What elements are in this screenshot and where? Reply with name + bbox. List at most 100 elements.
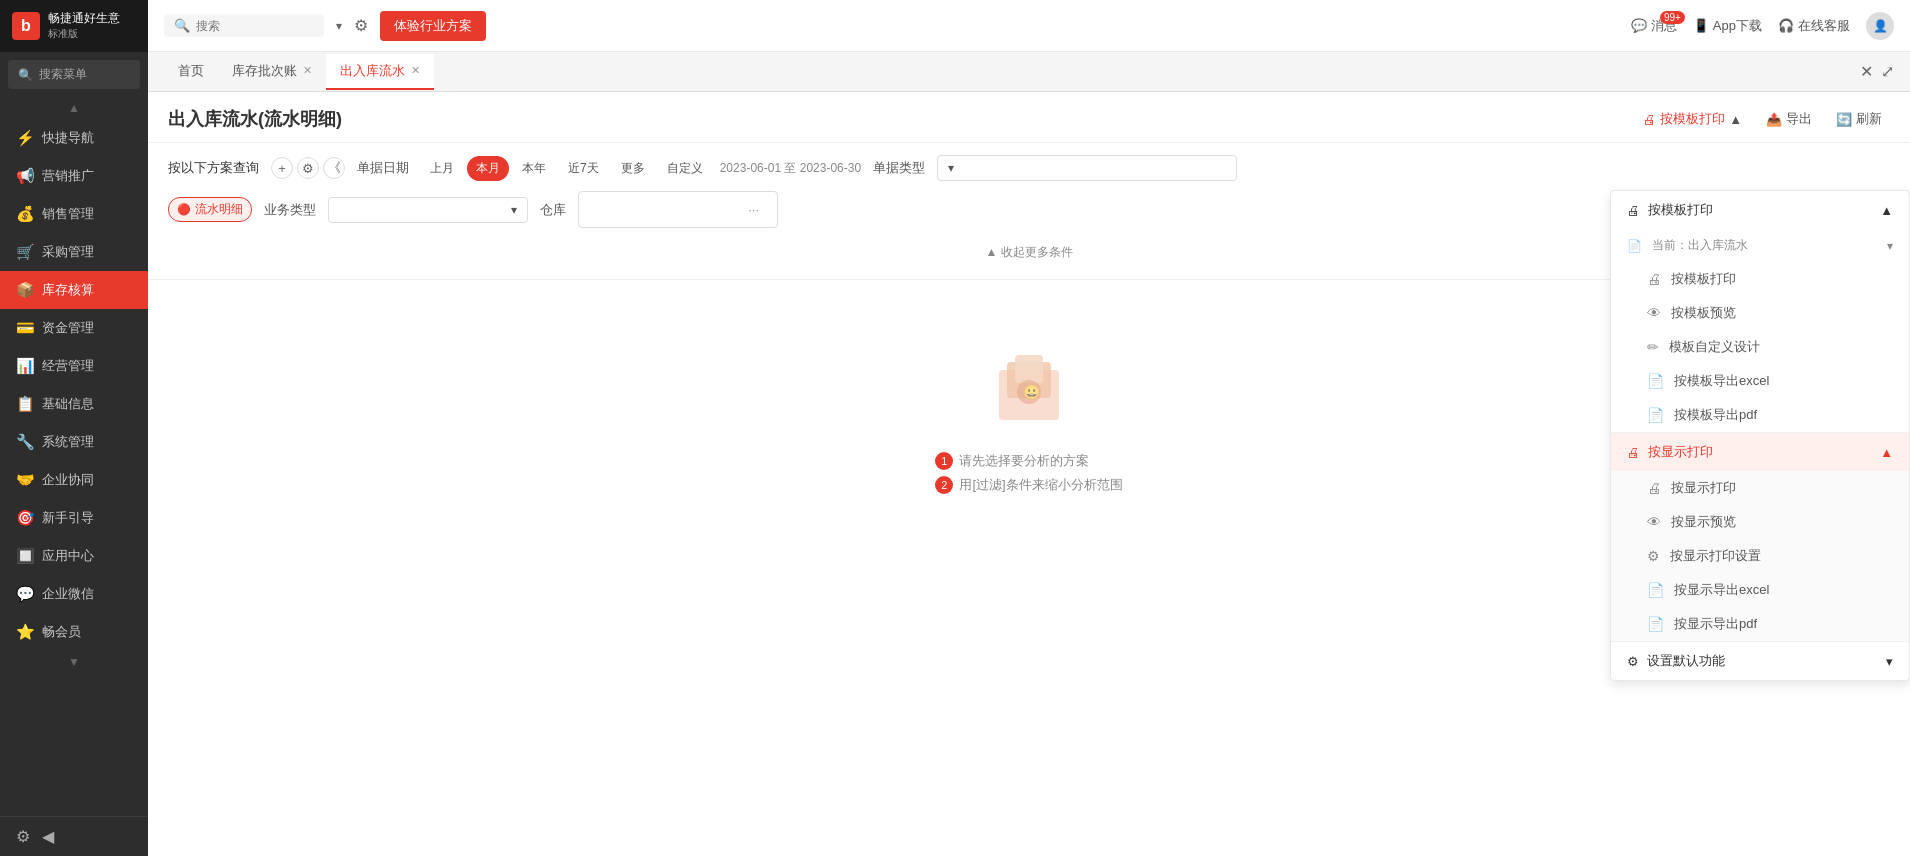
filter-settings-btn[interactable]: ⚙ [297,157,319,179]
refresh-btn[interactable]: 🔄 刷新 [1828,106,1890,132]
dropdown-item-display-pdf[interactable]: 📄 按显示导出pdf [1611,607,1909,641]
sidebar-item-operations[interactable]: 📊 经营管理 [0,347,148,385]
date-custom-btn[interactable]: 自定义 [658,156,712,181]
sidebar-item-inventory[interactable]: 📦 库存核算 [0,271,148,309]
dropdown-item-template-print[interactable]: 🖨 按模板打印 [1611,262,1909,296]
search-menu-button[interactable]: 🔍 搜索菜单 [8,60,140,89]
date-this-year-btn[interactable]: 本年 [513,156,555,181]
operations-icon: 📊 [16,357,34,375]
sidebar-logo: b 畅捷通好生意 标准版 [0,0,148,52]
template-print-label: 按模板打印 [1671,270,1736,288]
filter-controls: + ⚙ 《 [271,157,345,179]
headset-icon: 🎧 [1778,18,1794,33]
sidebar-item-basic[interactable]: 📋 基础信息 [0,385,148,423]
tab-inout-flow-close[interactable]: ✕ [411,64,420,77]
tab-inventory-batch[interactable]: 库存批次账 ✕ [218,54,326,90]
tab-home[interactable]: 首页 [164,54,218,90]
industry-btn[interactable]: 体验行业方案 [380,11,486,41]
refresh-label: 刷新 [1856,110,1882,128]
sidebar-item-marketing[interactable]: 📢 营销推广 [0,157,148,195]
sidebar-collapse-icon[interactable]: ◀ [42,827,54,846]
app-download-btn[interactable]: 📱 App下载 [1693,17,1762,35]
sidebar-footer: ⚙ ◀ [0,816,148,856]
sidebar-item-cooperation[interactable]: 🤝 企业协同 [0,461,148,499]
date-filter-label: 单据日期 [357,159,409,177]
sidebar-label-inventory: 库存核算 [42,281,94,299]
date-more-btn[interactable]: 更多 [612,156,654,181]
dropdown-settings-default-header[interactable]: ⚙ 设置默认功能 ▾ [1611,642,1909,680]
tab-inout-flow[interactable]: 出入库流水 ✕ [326,54,434,90]
step-2-text: 用[过滤]条件来缩小分析范围 [959,476,1122,494]
sidebar-item-apps[interactable]: 🔲 应用中心 [0,537,148,575]
marketing-icon: 📢 [16,167,34,185]
dropdown-header-chevron-up: ▲ [1880,203,1893,218]
dropdown-item-display-print[interactable]: 🖨 按显示打印 [1611,471,1909,505]
dropdown-item-template-design[interactable]: ✏ 模板自定义设计 [1611,330,1909,364]
dropdown-item-template-pdf[interactable]: 📄 按模板导出pdf [1611,398,1909,432]
dropdown-item-template-preview[interactable]: 👁 按模板预览 [1611,296,1909,330]
main-area: 🔍 ▾ ⚙ 体验行业方案 💬 消息 99+ 📱 App下载 🎧 在线客服 👤 [148,0,1910,856]
filter-collapse-btn[interactable]: 《 [323,157,345,179]
topbar-dropdown-icon[interactable]: ▾ [336,19,342,33]
dropdown-display-print-header[interactable]: 🖨 按显示打印 ▲ [1611,433,1909,471]
dropdown-item-display-settings[interactable]: ⚙ 按显示打印设置 [1611,539,1909,573]
date-filters: 上月 本月 本年 近7天 更多 自定义 2023-06-01 至 2023-06… [421,156,861,181]
date-last-month-btn[interactable]: 上月 [421,156,463,181]
dropdown-item-display-excel[interactable]: 📄 按显示导出excel [1611,573,1909,607]
sidebar-scroll-up[interactable]: ▲ [0,97,148,119]
topbar-search-input[interactable] [196,19,296,33]
template-design-label: 模板自定义设计 [1669,338,1760,356]
dropdown-item-template-excel[interactable]: 📄 按模板导出excel [1611,364,1909,398]
sidebar-label-apps: 应用中心 [42,547,94,565]
tab-close-all-icon[interactable]: ✕ [1860,62,1873,81]
template-excel-label: 按模板导出excel [1674,372,1769,390]
sidebar-item-quick-nav[interactable]: ⚡ 快捷导航 [0,119,148,157]
dropdown-current-template[interactable]: 📄 当前：出入库流水 ▾ [1611,229,1909,262]
dropdown-settings-icon: ⚙ [1627,654,1639,669]
sidebar-item-purchase[interactable]: 🛒 采购管理 [0,233,148,271]
sidebar-item-guide[interactable]: 🎯 新手引导 [0,499,148,537]
dropdown-item-display-preview[interactable]: 👁 按显示预览 [1611,505,1909,539]
export-icon: 📤 [1766,112,1782,127]
sidebar-item-member[interactable]: ⭐ 畅会员 [0,613,148,651]
apps-icon: 🔲 [16,547,34,565]
warehouse-more-btn[interactable]: ··· [740,197,767,222]
filter-add-btn[interactable]: + [271,157,293,179]
dropdown-current-icon: 📄 [1627,239,1642,253]
date-7days-btn[interactable]: 近7天 [559,156,608,181]
warehouse-dropdown[interactable]: ··· [578,191,778,228]
message-btn[interactable]: 💬 消息 99+ [1631,17,1677,35]
display-settings-label: 按显示打印设置 [1670,547,1761,565]
export-btn[interactable]: 📤 导出 [1758,106,1820,132]
business-type-dropdown[interactable]: ▾ [328,197,528,223]
template-pdf-label: 按模板导出pdf [1674,406,1757,424]
content-area: 出入库流水(流水明细) 🖨 按模板打印 ▲ 📤 导出 🔄 刷新 [148,92,1910,856]
sidebar-item-sales[interactable]: 💰 销售管理 [0,195,148,233]
print-template-btn[interactable]: 🖨 按模板打印 ▲ [1635,106,1750,132]
online-service-btn[interactable]: 🎧 在线客服 [1778,17,1850,35]
print-icon: 🖨 [1643,112,1656,127]
tab-inventory-batch-close[interactable]: ✕ [303,64,312,77]
business-type-chevron: ▾ [511,203,517,217]
topbar-gear-icon[interactable]: ⚙ [354,16,368,35]
finance-icon: 💳 [16,319,34,337]
date-this-month-btn[interactable]: 本月 [467,156,509,181]
sidebar-item-system[interactable]: 🔧 系统管理 [0,423,148,461]
sidebar-item-finance[interactable]: 💳 资金管理 [0,309,148,347]
type-filter-dropdown[interactable]: ▾ [937,155,1237,181]
user-avatar[interactable]: 👤 [1866,12,1894,40]
dropdown-print-template-header[interactable]: 🖨 按模板打印 ▲ [1611,191,1909,229]
sidebar-item-wechat[interactable]: 💬 企业微信 [0,575,148,613]
sidebar-label-cooperation: 企业协同 [42,471,94,489]
sidebar-scroll-down[interactable]: ▼ [0,651,148,673]
dropdown-settings-label: 设置默认功能 [1647,652,1725,670]
type-filter-label: 单据类型 [873,159,925,177]
sidebar-label-system: 系统管理 [42,433,94,451]
sidebar-label-quick-nav: 快捷导航 [42,129,94,147]
quick-nav-icon: ⚡ [16,129,34,147]
sidebar-settings-icon[interactable]: ⚙ [16,827,30,846]
sidebar-search-area: 🔍 搜索菜单 [0,52,148,97]
tab-fullscreen-icon[interactable]: ⤢ [1881,62,1894,81]
type-dropdown-chevron: ▾ [948,161,954,175]
app-name: 畅捷通好生意 [48,11,120,27]
